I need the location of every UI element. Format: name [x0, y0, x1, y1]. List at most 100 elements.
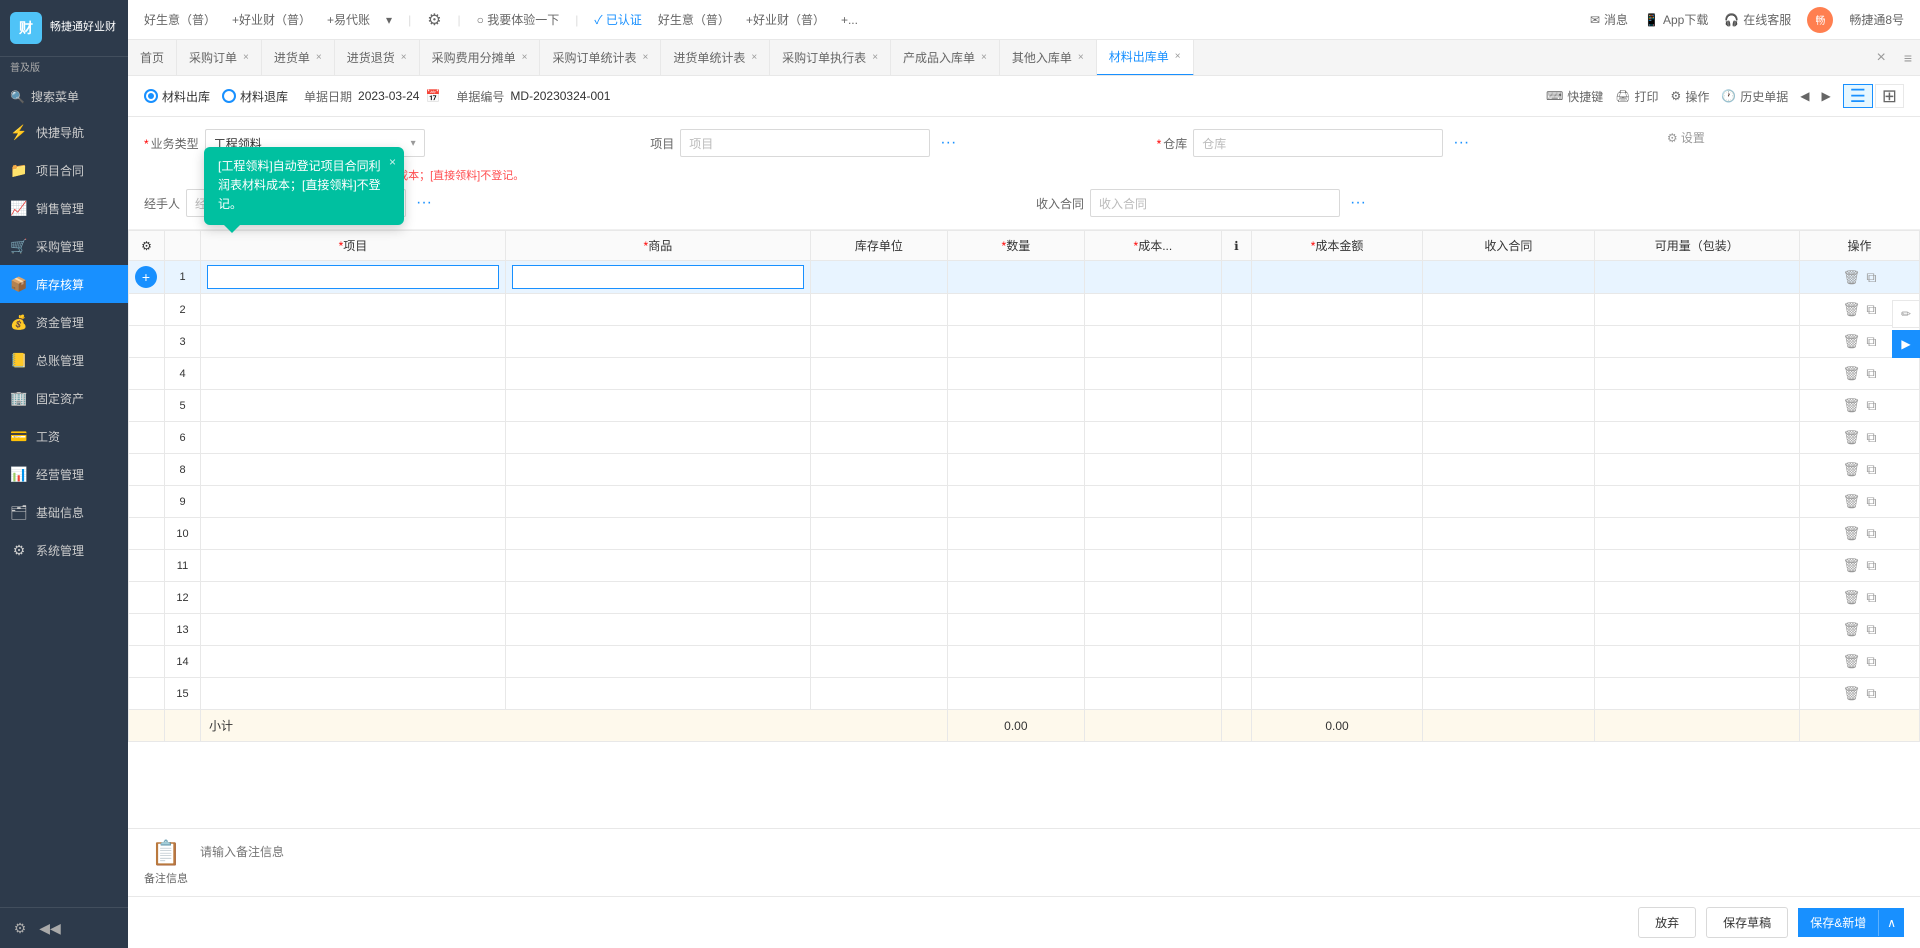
td-project-1[interactable] — [201, 261, 506, 294]
td-p5[interactable] — [201, 390, 506, 422]
more-tabs-btn[interactable]: ≡ — [1896, 50, 1920, 66]
td-ic8[interactable] — [1423, 454, 1594, 486]
td-goods-2[interactable] — [505, 294, 810, 326]
sidebar-item-base[interactable]: 🗂 基础信息 — [0, 493, 128, 531]
tab-purchase-cost[interactable]: 采购费用分摊单 × — [420, 40, 541, 76]
th-cost-info[interactable]: ℹ — [1221, 231, 1251, 261]
td-goods-1[interactable] — [505, 261, 810, 294]
cop-12[interactable]: ⧉ — [1866, 589, 1876, 606]
tab-purchase-order[interactable]: 采购订单 × — [177, 40, 262, 76]
add-row-icon[interactable]: + — [135, 266, 157, 288]
td-c5[interactable] — [1084, 390, 1221, 422]
td-ic3[interactable] — [1423, 326, 1594, 358]
td-g4[interactable] — [505, 358, 810, 390]
td-qty-2[interactable] — [947, 294, 1084, 326]
td-a6[interactable] — [1251, 422, 1422, 454]
tab-other-inbound-close[interactable]: × — [1078, 52, 1084, 63]
project-dots-btn[interactable]: ··· — [940, 134, 956, 152]
settings-bottom-icon[interactable]: ⚙ — [10, 918, 30, 938]
td-ic5[interactable] — [1423, 390, 1594, 422]
sidebar-item-system[interactable]: ⚙ 系统管理 — [0, 531, 128, 569]
td-c6[interactable] — [1084, 422, 1221, 454]
user-avatar[interactable]: 畅 — [1807, 7, 1833, 33]
settings-gear-icon[interactable]: ⚙ — [427, 10, 441, 30]
tab-product-inbound[interactable]: 产成品入库单 × — [891, 40, 1000, 76]
goods-input-1[interactable] — [512, 265, 804, 289]
tab-purchase-exec-close[interactable]: × — [872, 52, 878, 63]
tab-home[interactable]: 首页 — [128, 40, 177, 76]
del-9[interactable]: 🗑 — [1843, 493, 1861, 510]
history-btn[interactable]: 🕐 历史单据 — [1721, 88, 1788, 105]
del-8[interactable]: 🗑 — [1843, 461, 1861, 478]
td-cost-1[interactable] — [1084, 261, 1221, 294]
tab-inbound-close[interactable]: × — [316, 52, 322, 63]
td-p9[interactable] — [201, 486, 506, 518]
try-feature-link[interactable]: ○ 我要体验一下 — [477, 11, 560, 28]
cop-6[interactable]: ⧉ — [1866, 429, 1876, 446]
save-new-main[interactable]: 保存&新增 — [1798, 908, 1878, 937]
nav-next-btn[interactable]: ▶ — [1822, 89, 1831, 103]
td-amount-2[interactable] — [1251, 294, 1422, 326]
tab-inbound-return[interactable]: 进货退货 × — [335, 40, 420, 76]
td-u3[interactable] — [810, 326, 947, 358]
td-u4[interactable] — [810, 358, 947, 390]
td-q4[interactable] — [947, 358, 1084, 390]
collapse-icon[interactable]: ◀◀ — [40, 918, 60, 938]
tab-material-outbound[interactable]: 材料出库单 × — [1097, 40, 1194, 76]
tab-inbound-stats-close[interactable]: × — [751, 52, 757, 63]
td-income-contract-1[interactable] — [1423, 261, 1594, 294]
tab-inbound-stats[interactable]: 进货单统计表 × — [661, 40, 770, 76]
td-project-2[interactable] — [201, 294, 506, 326]
income-contract-dots-btn[interactable]: ··· — [1350, 194, 1366, 212]
sidebar-item-shortcut[interactable]: ⚡ 快捷导航 — [0, 113, 128, 151]
td-c4[interactable] — [1084, 358, 1221, 390]
tab-purchase-order-close[interactable]: × — [243, 52, 249, 63]
sidebar-item-inventory[interactable]: 📦 库存核算 — [0, 265, 128, 303]
message-btn[interactable]: ✉ 消息 — [1590, 11, 1628, 28]
td-p8[interactable] — [201, 454, 506, 486]
warehouse-input[interactable]: 仓库 — [1193, 129, 1443, 157]
copy-row-btn-1[interactable]: ⧉ — [1866, 269, 1876, 286]
th-settings[interactable]: ⚙ — [129, 231, 165, 261]
doc-value[interactable]: MD-20230324-001 — [510, 89, 610, 103]
radio-material-return[interactable]: 材料退库 — [222, 88, 288, 105]
td-q3[interactable] — [947, 326, 1084, 358]
online-service-btn[interactable]: 🎧 在线客服 — [1724, 11, 1791, 28]
topbar-link-1[interactable]: 好生意（普） — [144, 11, 216, 28]
cop-11[interactable]: ⧉ — [1866, 557, 1876, 574]
del-5[interactable]: 🗑 — [1843, 397, 1861, 414]
del-14[interactable]: 🗑 — [1843, 653, 1861, 670]
td-c8[interactable] — [1084, 454, 1221, 486]
cop-13[interactable]: ⧉ — [1866, 621, 1876, 638]
td-unit-1[interactable] — [810, 261, 947, 294]
td-g6[interactable] — [505, 422, 810, 454]
sidebar-search[interactable]: 🔍 搜索菜单 — [0, 80, 128, 113]
topbar-link-3[interactable]: +易代账 — [327, 11, 370, 28]
tab-other-inbound[interactable]: 其他入库单 × — [1000, 40, 1097, 76]
del-4[interactable]: 🗑 — [1843, 365, 1861, 382]
cop-4[interactable]: ⧉ — [1866, 365, 1876, 382]
td-p3[interactable] — [201, 326, 506, 358]
radio-material-out[interactable]: 材料出库 — [144, 88, 210, 105]
topbar-link-4[interactable]: 好生意（普） — [658, 11, 730, 28]
delete-row-btn-1[interactable]: 🗑 — [1843, 269, 1861, 286]
sidebar-item-purchase[interactable]: 🛒 采购管理 — [0, 227, 128, 265]
td-g8[interactable] — [505, 454, 810, 486]
sidebar-item-operations[interactable]: 📊 经营管理 — [0, 455, 128, 493]
save-draft-btn[interactable]: 保存草稿 — [1706, 907, 1788, 938]
sidebar-item-assets[interactable]: 🏢 固定资产 — [0, 379, 128, 417]
td-u5[interactable] — [810, 390, 947, 422]
warehouse-dots-btn[interactable]: ··· — [1453, 134, 1469, 152]
cop-10[interactable]: ⧉ — [1866, 525, 1876, 542]
close-all-tabs-btn[interactable]: × — [1866, 49, 1895, 67]
topbar-dropdown-arrow[interactable]: ▾ — [386, 13, 392, 27]
td-a3[interactable] — [1251, 326, 1422, 358]
list-view-btn[interactable]: ☰ — [1843, 84, 1873, 108]
td-c3[interactable] — [1084, 326, 1221, 358]
td-q6[interactable] — [947, 422, 1084, 454]
td-a8[interactable] — [1251, 454, 1422, 486]
shortcut-btn[interactable]: ⌨ 快捷键 — [1546, 88, 1603, 105]
calendar-icon[interactable]: 📅 — [425, 89, 440, 103]
income-contract-input[interactable]: 收入合同 — [1090, 189, 1340, 217]
td-g3[interactable] — [505, 326, 810, 358]
